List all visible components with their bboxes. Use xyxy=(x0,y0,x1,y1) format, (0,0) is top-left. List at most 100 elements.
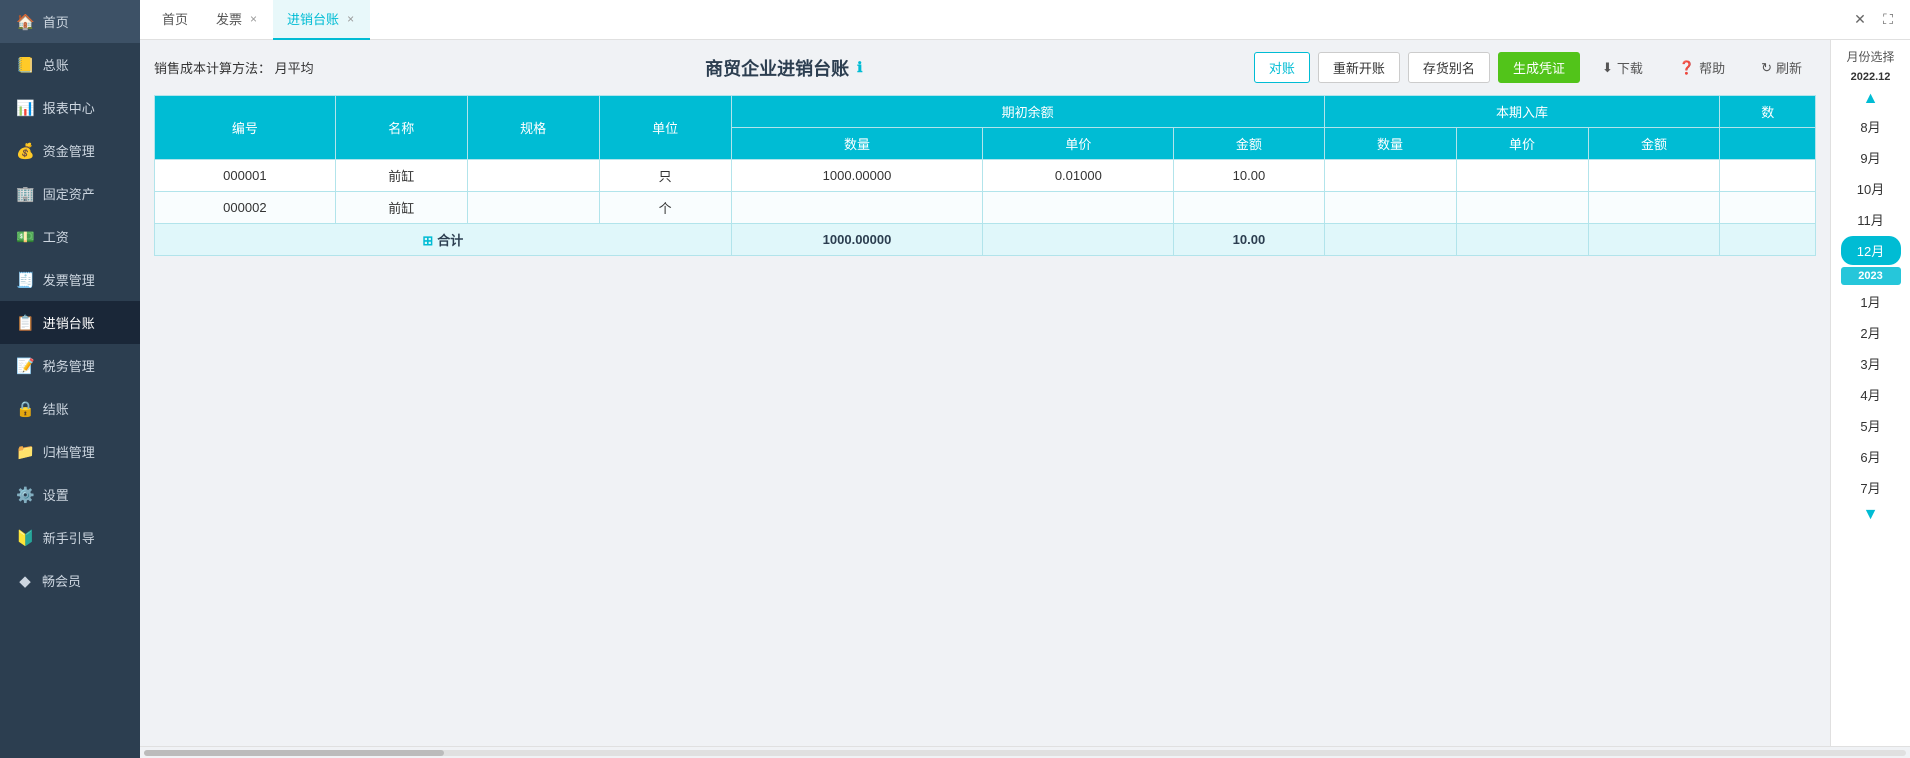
sidebar-item-ledger[interactable]: 📒 总账 xyxy=(0,43,140,86)
col-header-extra: 数 xyxy=(1720,96,1816,128)
download-button[interactable]: ⬇ 下载 xyxy=(1588,53,1657,82)
reconcile-button[interactable]: 对账 xyxy=(1254,52,1310,83)
home-icon: 🏠 xyxy=(16,13,35,31)
tab-purchase-sale[interactable]: 进销台账 × xyxy=(273,0,370,40)
download-icon: ⬇ xyxy=(1602,60,1613,76)
total-label: ⊞合计 xyxy=(155,224,732,256)
col-sub-ob-amount: 金额 xyxy=(1174,128,1324,160)
col-sub-extra xyxy=(1720,128,1816,160)
page-title: 商贸企业进销台账 ℹ xyxy=(314,55,1254,81)
month-prev-button[interactable]: ▲ xyxy=(1859,87,1883,111)
month-item-4[interactable]: 4月 xyxy=(1841,380,1901,409)
sidebar-label-reports: 报表中心 xyxy=(43,98,95,117)
sidebar-label-home: 首页 xyxy=(43,12,69,31)
sidebar-label-invoice: 发票管理 xyxy=(43,270,95,289)
sidebar-item-assets[interactable]: 🏢 固定资产 xyxy=(0,172,140,215)
month-item-6[interactable]: 6月 xyxy=(1841,442,1901,471)
month-item-5[interactable]: 5月 xyxy=(1841,411,1901,440)
invoice-icon: 🧾 xyxy=(16,271,35,289)
month-item-2[interactable]: 2月 xyxy=(1841,318,1901,347)
cell-unit-1: 只 xyxy=(599,160,731,192)
cell-spec-1 xyxy=(467,160,599,192)
col-sub-ci-price: 单价 xyxy=(1456,128,1588,160)
sidebar-item-settings[interactable]: ⚙️ 设置 xyxy=(0,473,140,516)
month-item-3[interactable]: 3月 xyxy=(1841,349,1901,378)
sidebar-item-guide[interactable]: 🔰 新手引导 xyxy=(0,516,140,559)
col-sub-ob-price: 单价 xyxy=(983,128,1174,160)
cell-ob-price-2 xyxy=(983,192,1174,224)
refresh-icon: ↻ xyxy=(1761,60,1772,76)
finance-icon: 💰 xyxy=(16,142,35,160)
scrollbar-thumb[interactable] xyxy=(144,750,444,756)
sidebar-item-member[interactable]: ◆ 畅会员 xyxy=(0,559,140,602)
month-item-7[interactable]: 7月 xyxy=(1841,473,1901,502)
sidebar-label-finance: 资金管理 xyxy=(43,141,95,160)
sidebar-label-tax: 税务管理 xyxy=(43,356,95,375)
total-ob-amount: 10.00 xyxy=(1174,224,1324,256)
cell-extra-1 xyxy=(1720,160,1816,192)
month-item-9[interactable]: 9月 xyxy=(1841,143,1901,172)
sidebar-item-purchase-sale[interactable]: 📋 进销台账 xyxy=(0,301,140,344)
tab-purchase-sale-close[interactable]: × xyxy=(345,13,356,25)
month-item-10[interactable]: 10月 xyxy=(1841,174,1901,203)
sidebar-label-salary: 工资 xyxy=(43,227,69,246)
month-item-1[interactable]: 1月 xyxy=(1841,287,1901,316)
save-alias-button[interactable]: 存货别名 xyxy=(1408,52,1490,83)
sidebar-item-closing[interactable]: 🔒 结账 xyxy=(0,387,140,430)
sidebar-item-invoice[interactable]: 🧾 发票管理 xyxy=(0,258,140,301)
sidebar-item-tax[interactable]: 📝 税务管理 xyxy=(0,344,140,387)
closing-icon: 🔒 xyxy=(16,400,35,418)
purchase-sale-icon: 📋 xyxy=(16,314,35,332)
sidebar-item-salary[interactable]: 💵 工资 xyxy=(0,215,140,258)
refresh-button[interactable]: ↻ 刷新 xyxy=(1747,53,1816,82)
col-header-current-in: 本期入库 xyxy=(1324,96,1720,128)
tab-invoice[interactable]: 发票 × xyxy=(202,0,273,40)
cell-ob-price-1: 0.01000 xyxy=(983,160,1174,192)
cell-code-1: 000001 xyxy=(155,160,336,192)
cell-unit-2: 个 xyxy=(599,192,731,224)
sidebar-item-reports[interactable]: 📊 报表中心 xyxy=(0,86,140,129)
window-controls: ✕ ⛶ xyxy=(1850,10,1902,30)
col-header-name: 名称 xyxy=(335,96,467,160)
cell-ci-qty-1 xyxy=(1324,160,1456,192)
page-content: 销售成本计算方法： 月平均 商贸企业进销台账 ℹ 对账 重新开账 存货别名 生成… xyxy=(140,40,1830,746)
settings-icon: ⚙️ xyxy=(16,486,35,504)
sidebar-item-archive[interactable]: 📁 归档管理 xyxy=(0,430,140,473)
month-next-button[interactable]: ▼ xyxy=(1859,503,1883,527)
cell-ci-amount-1 xyxy=(1588,160,1720,192)
month-item-12[interactable]: 12月 xyxy=(1841,236,1901,265)
cell-ob-amount-2 xyxy=(1174,192,1324,224)
cell-ci-amount-2 xyxy=(1588,192,1720,224)
year-2023-marker: 2023 xyxy=(1841,267,1901,285)
total-ob-price xyxy=(983,224,1174,256)
cost-method-value: 月平均 xyxy=(275,61,314,76)
cell-ci-qty-2 xyxy=(1324,192,1456,224)
tab-invoice-label: 发票 xyxy=(216,9,242,28)
reopen-button[interactable]: 重新开账 xyxy=(1318,52,1400,83)
assets-icon: 🏢 xyxy=(16,185,35,203)
sidebar-item-home[interactable]: 🏠 首页 xyxy=(0,0,140,43)
info-icon[interactable]: ℹ xyxy=(857,59,862,76)
window-close-button[interactable]: ✕ xyxy=(1850,10,1870,30)
ledger-icon: 📒 xyxy=(16,56,35,74)
window-maximize-button[interactable]: ⛶ xyxy=(1878,10,1898,30)
col-header-unit: 单位 xyxy=(599,96,731,160)
cell-code-2: 000002 xyxy=(155,192,336,224)
month-item-8[interactable]: 8月 xyxy=(1841,112,1901,141)
sidebar-item-finance[interactable]: 💰 资金管理 xyxy=(0,129,140,172)
tab-invoice-close[interactable]: × xyxy=(248,13,259,25)
generate-voucher-button[interactable]: 生成凭证 xyxy=(1498,52,1580,83)
col-sub-ci-amount: 金额 xyxy=(1588,128,1720,160)
help-button[interactable]: ❓ 帮助 xyxy=(1665,53,1739,82)
sidebar-label-assets: 固定资产 xyxy=(43,184,95,203)
cell-ci-price-2 xyxy=(1456,192,1588,224)
col-header-opening-balance: 期初余额 xyxy=(731,96,1324,128)
bottom-scrollbar[interactable] xyxy=(140,746,1910,758)
tab-home[interactable]: 首页 xyxy=(148,0,202,40)
month-item-11[interactable]: 11月 xyxy=(1841,205,1901,234)
sidebar-label-guide: 新手引导 xyxy=(43,528,95,547)
total-ci-price xyxy=(1456,224,1588,256)
sidebar-label-purchase-sale: 进销台账 xyxy=(43,313,95,332)
reports-icon: 📊 xyxy=(16,99,35,117)
cell-extra-2 xyxy=(1720,192,1816,224)
